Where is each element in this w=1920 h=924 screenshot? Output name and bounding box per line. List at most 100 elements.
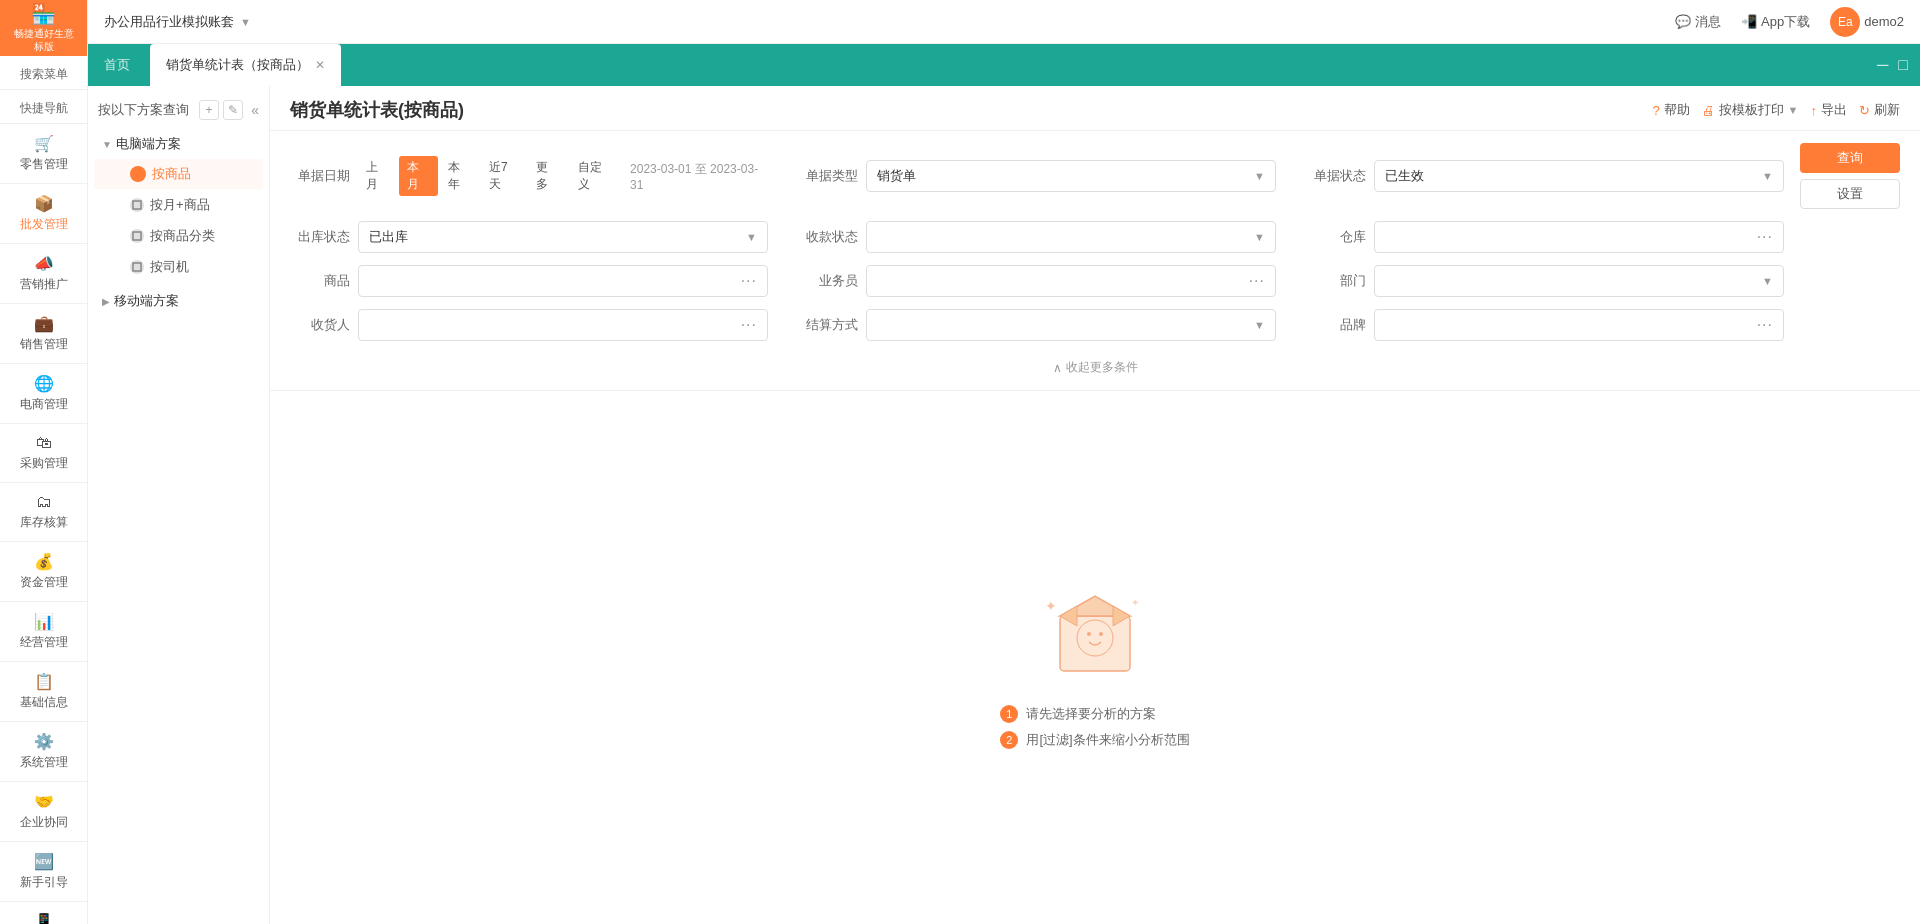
query-button[interactable]: 查询 [1800, 143, 1900, 173]
page-title: 销货单统计表(按商品) [290, 98, 464, 122]
refresh-icon: ↻ [1859, 103, 1870, 118]
date-tab-this-month[interactable]: 本月 [399, 156, 438, 196]
refresh-btn[interactable]: ↻ 刷新 [1859, 101, 1900, 119]
inventory-label: 库存核算 [20, 514, 68, 531]
sidebar-item-purchase[interactable]: 🛍 采购管理 [0, 424, 87, 483]
print-dropdown-icon[interactable]: ▼ [1788, 104, 1799, 116]
brand-dots-icon: ··· [1757, 316, 1773, 334]
receiver-control[interactable]: ··· [358, 309, 768, 341]
date-tab-this-year[interactable]: 本年 [440, 156, 479, 196]
help-btn[interactable]: ? 帮助 [1652, 101, 1689, 119]
brand-control[interactable]: ··· [1374, 309, 1784, 341]
export-btn[interactable]: ↑ 导出 [1811, 101, 1848, 119]
out-status-arrow-icon: ▼ [746, 231, 757, 243]
wholesale-icon: 📦 [34, 194, 54, 213]
by-goods-icon [130, 166, 146, 182]
scheme-item-by-month-goods[interactable]: 按月+商品 [94, 190, 263, 220]
scheme-item-by-goods[interactable]: 按商品 [94, 159, 263, 189]
filter-doc-status: 单据状态 已生效 ▼ [1306, 160, 1784, 192]
settings-button[interactable]: 设置 [1800, 179, 1900, 209]
help-icon: ? [1652, 103, 1659, 118]
sidebar-item-apps[interactable]: 📱 应用中心 [0, 902, 87, 924]
template-print-btn[interactable]: 🖨 按模板打印 ▼ [1702, 101, 1799, 119]
settlement-control[interactable]: ▼ [866, 309, 1276, 341]
scheme-group-pc-header[interactable]: ▼ 电脑端方案 [88, 130, 269, 158]
edit-scheme-btn[interactable]: ✎ [223, 100, 243, 120]
system-icon: ⚙️ [34, 732, 54, 751]
tab-home[interactable]: 首页 [88, 44, 146, 86]
panel-actions: + ✎ [199, 100, 243, 120]
left-panel-header: 按以下方案查询 + ✎ « [88, 96, 269, 128]
message-icon: 💬 [1675, 14, 1691, 29]
brand-label: 品牌 [1306, 316, 1366, 334]
sales-label: 销售管理 [20, 336, 68, 353]
department-control[interactable]: ▼ [1374, 265, 1784, 297]
collapse-up-icon: ∧ [1053, 361, 1062, 375]
sidebar-search-label: 搜索菜单 [20, 66, 68, 83]
sidebar-item-guide[interactable]: 🆕 新手引导 [0, 842, 87, 902]
app-name: 畅捷通好生意 [14, 28, 74, 40]
user-profile[interactable]: Ea demo2 [1830, 7, 1904, 37]
message-btn[interactable]: 💬 消息 [1675, 13, 1721, 31]
sidebar-quicknav-section[interactable]: 快捷导航 [0, 90, 87, 124]
sidebar-item-ecommerce[interactable]: 🌐 电商管理 [0, 364, 87, 424]
date-tab-more[interactable]: 更多 [528, 156, 567, 196]
sidebar-logo: 🏪 畅捷通好生意 标版 [0, 0, 88, 56]
doc-type-control[interactable]: 销货单 ▼ [866, 160, 1276, 192]
user-name: demo2 [1864, 14, 1904, 29]
avatar: Ea [1830, 7, 1860, 37]
add-scheme-btn[interactable]: + [199, 100, 219, 120]
sidebar-item-marketing[interactable]: 📣 营销推广 [0, 244, 87, 304]
receipt-status-control[interactable]: ▼ [866, 221, 1276, 253]
empty-illustration: ✦ ✦ [1035, 566, 1155, 689]
app-download-btn[interactable]: 📲 App下载 [1741, 13, 1810, 31]
filter-row-2: 出库状态 已出库 ▼ 收款状态 ▼ [290, 221, 1900, 253]
warehouse-control[interactable]: ··· [1374, 221, 1784, 253]
empty-text: 1 请先选择要分析的方案 2 用[过滤]条件来缩小分析范围 [1000, 705, 1189, 749]
scheme-group-mobile-header[interactable]: ▶ 移动端方案 [88, 287, 269, 315]
industry-dropdown-arrow[interactable]: ▼ [240, 16, 251, 28]
tab-maximize-btn[interactable]: □ [1898, 56, 1908, 74]
sidebar-item-inventory[interactable]: 🗂 库存核算 [0, 483, 87, 542]
sidebar-item-finance[interactable]: 💰 资金管理 [0, 542, 87, 602]
left-panel-label: 按以下方案查询 [98, 101, 189, 119]
scheme-item-by-goods-category[interactable]: 按商品分类 [94, 221, 263, 251]
collapse-label: 收起更多条件 [1066, 359, 1138, 376]
tab-sales-stats[interactable]: 销货单统计表（按商品） ✕ [150, 44, 341, 86]
filter-out-status: 出库状态 已出库 ▼ [290, 221, 768, 253]
date-tab-last-month[interactable]: 上月 [358, 156, 397, 196]
wholesale-label: 批发管理 [20, 216, 68, 233]
sidebar-item-enterprise[interactable]: 🤝 企业协同 [0, 782, 87, 842]
by-month-goods-label: 按月+商品 [150, 196, 210, 214]
salesperson-control[interactable]: ··· [866, 265, 1276, 297]
sidebar-item-base[interactable]: 📋 基础信息 [0, 662, 87, 722]
tab-minimize-btn[interactable]: ─ [1877, 56, 1888, 74]
tab-bar-actions: ─ □ [1877, 56, 1920, 74]
date-tab-custom[interactable]: 自定义 [570, 156, 621, 196]
sidebar-item-system[interactable]: ⚙️ 系统管理 [0, 722, 87, 782]
finance-label: 资金管理 [20, 574, 68, 591]
tab-home-label: 首页 [104, 56, 130, 74]
marketing-icon: 📣 [34, 254, 54, 273]
sidebar-item-wholesale[interactable]: 📦 批发管理 [0, 184, 87, 244]
svg-point-9 [1099, 632, 1103, 636]
sidebar-item-sales[interactable]: 💼 销售管理 [0, 304, 87, 364]
sidebar-item-operations[interactable]: 📊 经营管理 [0, 602, 87, 662]
settlement-arrow-icon: ▼ [1254, 319, 1265, 331]
collapse-row[interactable]: ∧ 收起更多条件 [290, 353, 1900, 378]
receiver-dots-icon: ··· [741, 316, 757, 334]
svg-rect-0 [133, 201, 141, 209]
panel-collapse-btn[interactable]: « [251, 102, 259, 118]
tab-sales-stats-label: 销货单统计表（按商品） [166, 56, 309, 74]
out-status-control[interactable]: 已出库 ▼ [358, 221, 768, 253]
doc-status-control[interactable]: 已生效 ▼ [1374, 160, 1784, 192]
tab-close-icon[interactable]: ✕ [315, 58, 325, 72]
sidebar-item-retail[interactable]: 🛒 零售管理 [0, 124, 87, 184]
template-print-label: 按模板打印 [1719, 101, 1784, 119]
scheme-group-mobile: ▶ 移动端方案 [88, 285, 269, 317]
empty-state: ✦ ✦ 1 请先选择要分析的方案 2 用[过滤]条件来缩小分析范围 [270, 391, 1920, 924]
scheme-item-by-cashier[interactable]: 按司机 [94, 252, 263, 282]
sidebar-search-section[interactable]: 搜索菜单 [0, 56, 87, 90]
goods-control[interactable]: ··· [358, 265, 768, 297]
date-tab-7days[interactable]: 近7天 [481, 156, 526, 196]
